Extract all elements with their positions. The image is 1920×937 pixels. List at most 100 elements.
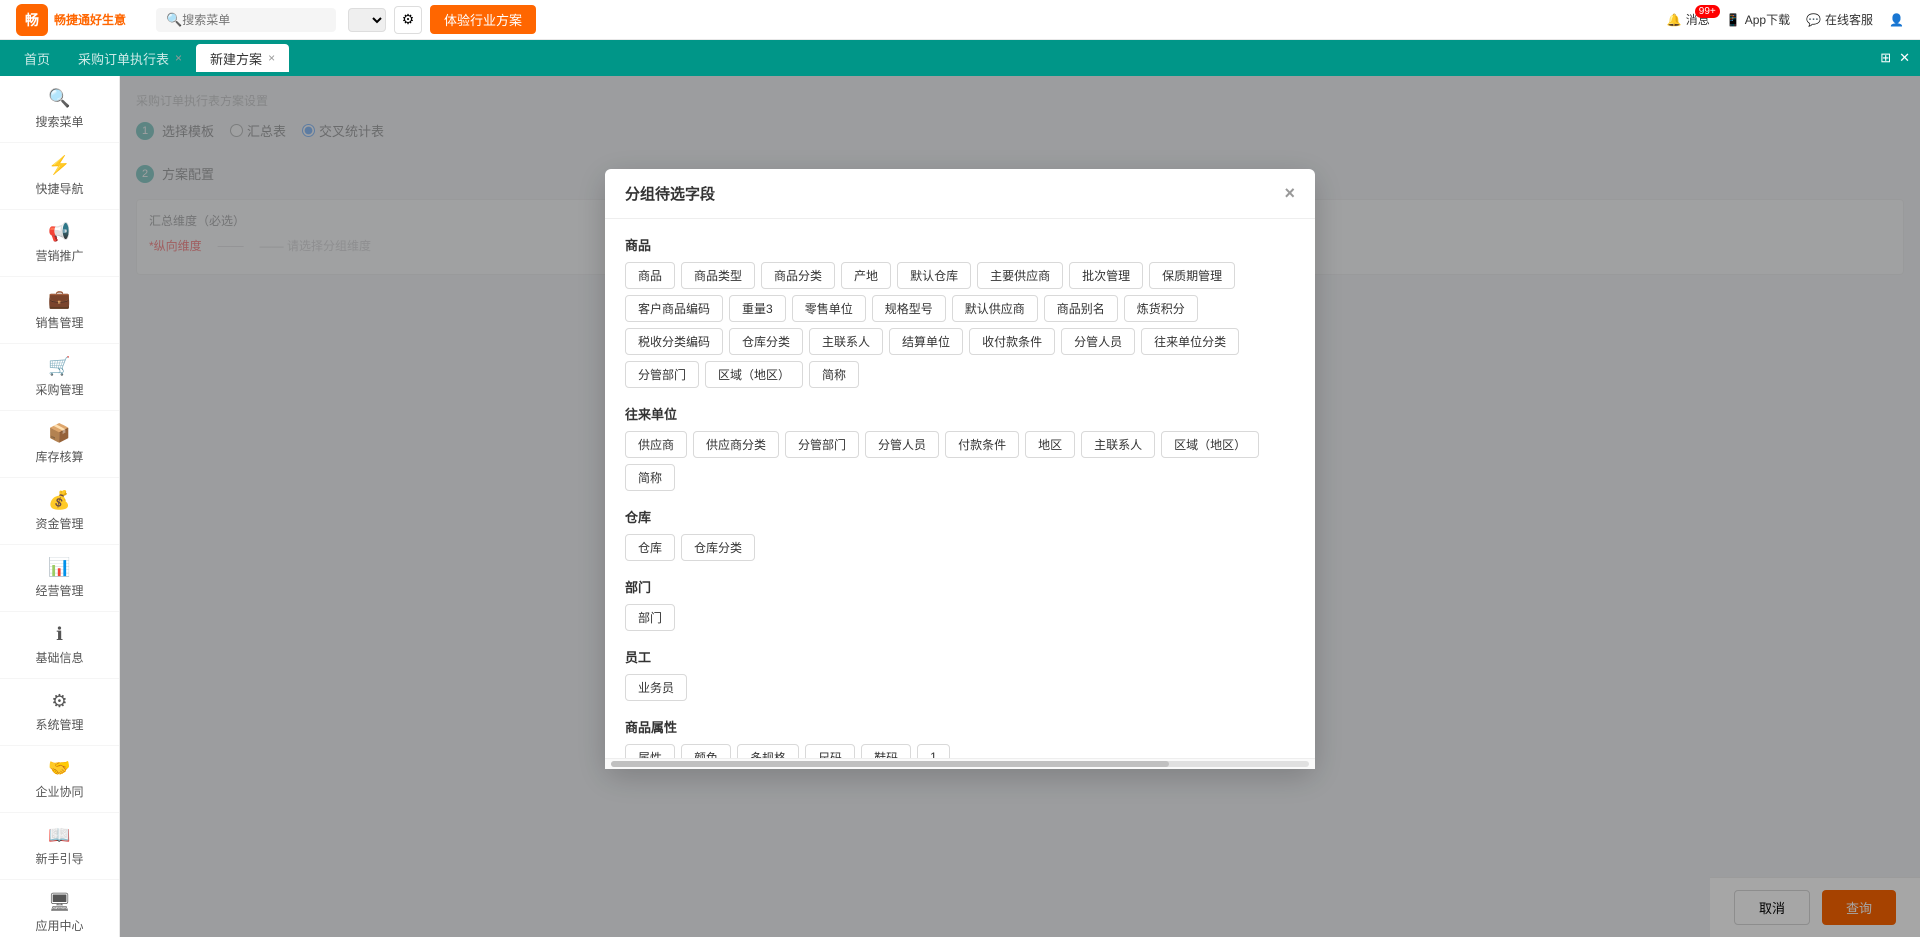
tag-settlement-unit[interactable]: 结算单位 <box>889 328 963 355</box>
tag-retail-unit[interactable]: 零售单位 <box>792 295 866 322</box>
tag-manager[interactable]: 分管人员 <box>1061 328 1135 355</box>
sidebar-item-system[interactable]: ⚙ 系统管理 <box>0 679 119 746</box>
tag-product[interactable]: 商品 <box>625 262 675 289</box>
tag-main-contact-partner[interactable]: 主联系人 <box>1081 431 1155 458</box>
tag-salesperson[interactable]: 业务员 <box>625 674 687 701</box>
tab-purchase-order[interactable]: 采购订单执行表 × <box>64 44 196 72</box>
search-bar[interactable]: 🔍 <box>156 8 336 32</box>
avatar-icon: 👤 <box>1889 13 1904 27</box>
marketing-icon: 📢 <box>48 222 70 243</box>
sidebar-item-enterprise[interactable]: 🤝 企业协同 <box>0 746 119 813</box>
modal-close-button[interactable]: × <box>1284 183 1295 204</box>
tag-payment-terms[interactable]: 收付款条件 <box>969 328 1055 355</box>
sidebar-item-search-label: 搜索菜单 <box>35 113 83 130</box>
sidebar-item-guide[interactable]: 📖 新手引导 <box>0 813 119 880</box>
sidebar-item-sales[interactable]: 💼 销售管理 <box>0 277 119 344</box>
tab-close-all-icon[interactable]: ✕ <box>1899 50 1910 66</box>
tag-default-supplier[interactable]: 默认供应商 <box>952 295 1038 322</box>
tab-purchase-order-close[interactable]: × <box>175 51 182 65</box>
sidebar-item-search[interactable]: 🔍 搜索菜单 <box>0 76 119 143</box>
sidebar-item-quicknav[interactable]: ⚡ 快捷导航 <box>0 143 119 210</box>
app-download-icon: 📱 <box>1726 13 1741 27</box>
tag-batch-mgmt[interactable]: 批次管理 <box>1069 262 1143 289</box>
section-warehouse-tags: 仓库 仓库分类 <box>625 534 1295 561</box>
management-icon: 📊 <box>48 557 70 578</box>
tag-points[interactable]: 炼货积分 <box>1124 295 1198 322</box>
quicknav-icon: ⚡ <box>48 155 70 176</box>
sidebar-item-sales-label: 销售管理 <box>35 314 83 331</box>
gear-button[interactable]: ⚙ <box>394 6 422 34</box>
tag-region-area-partner[interactable]: 区域（地区） <box>1161 431 1259 458</box>
sidebar-item-inventory-label: 库存核算 <box>35 448 83 465</box>
sidebar-item-inventory[interactable]: 📦 库存核算 <box>0 411 119 478</box>
section-partner-tags: 供应商 供应商分类 分管部门 分管人员 付款条件 地区 主联系人 区域（地区） … <box>625 431 1295 491</box>
tag-dept-mgmt-partner[interactable]: 分管部门 <box>785 431 859 458</box>
experience-button[interactable]: 体验行业方案 <box>430 5 536 34</box>
header-right: 🔔 消息 99+ 📱 App下载 💬 在线客服 👤 <box>1667 11 1904 28</box>
search-input[interactable] <box>182 13 302 27</box>
tag-tax-code[interactable]: 税收分类编码 <box>625 328 723 355</box>
user-avatar[interactable]: 👤 <box>1889 13 1904 27</box>
section-employee: 员工 业务员 <box>625 647 1295 701</box>
tag-product-category[interactable]: 商品分类 <box>761 262 835 289</box>
tag-color[interactable]: 颜色 <box>681 744 731 759</box>
inventory-icon: 📦 <box>48 423 70 444</box>
tag-region-product[interactable]: 区域（地区） <box>705 361 803 388</box>
sidebar-item-purchase[interactable]: 🛒 采购管理 <box>0 344 119 411</box>
tag-size[interactable]: 尺码 <box>805 744 855 759</box>
section-warehouse: 仓库 仓库 仓库分类 <box>625 507 1295 561</box>
header-dropdown[interactable] <box>348 8 386 32</box>
tag-shoe-size[interactable]: 鞋码 <box>861 744 911 759</box>
tag-dept-mgmt[interactable]: 分管部门 <box>625 361 699 388</box>
notification-item[interactable]: 🔔 消息 99+ <box>1667 11 1710 28</box>
tag-payment-terms-partner[interactable]: 付款条件 <box>945 431 1019 458</box>
online-service-label: 在线客服 <box>1825 11 1873 28</box>
tag-mgmt-person-partner[interactable]: 分管人员 <box>865 431 939 458</box>
tab-home[interactable]: 首页 <box>10 44 64 72</box>
tag-abbreviation-partner[interactable]: 简称 <box>625 464 675 491</box>
tag-warehouse-category[interactable]: 仓库分类 <box>729 328 803 355</box>
section-product-attr-title: 商品属性 <box>625 717 1295 736</box>
tag-customer-product-code[interactable]: 客户商品编码 <box>625 295 723 322</box>
tag-spec-model[interactable]: 规格型号 <box>872 295 946 322</box>
tag-weight[interactable]: 重量3 <box>729 295 786 322</box>
tag-main-contact[interactable]: 主联系人 <box>809 328 883 355</box>
tab-expand-icon[interactable]: ⊞ <box>1880 50 1891 66</box>
tag-supplier[interactable]: 供应商 <box>625 431 687 458</box>
tab-new-plan-close[interactable]: × <box>268 51 275 65</box>
guide-icon: 📖 <box>48 825 70 846</box>
sidebar-item-management[interactable]: 📊 经营管理 <box>0 545 119 612</box>
modal-hscrollbar[interactable] <box>605 758 1315 768</box>
tag-supplier-category[interactable]: 供应商分类 <box>693 431 779 458</box>
online-service-item[interactable]: 💬 在线客服 <box>1806 11 1873 28</box>
tag-region-partner[interactable]: 地区 <box>1025 431 1075 458</box>
tag-num-1[interactable]: 1 <box>917 744 950 759</box>
tag-product-type[interactable]: 商品类型 <box>681 262 755 289</box>
tag-warehouse-cat[interactable]: 仓库分类 <box>681 534 755 561</box>
tag-attribute[interactable]: 属性 <box>625 744 675 759</box>
tag-default-warehouse[interactable]: 默认仓库 <box>897 262 971 289</box>
tag-partner-category[interactable]: 往来单位分类 <box>1141 328 1239 355</box>
app-download-item[interactable]: 📱 App下载 <box>1726 11 1790 28</box>
tag-dept[interactable]: 部门 <box>625 604 675 631</box>
sidebar-item-management-label: 经营管理 <box>35 582 83 599</box>
sidebar-item-basic-info[interactable]: ℹ 基础信息 <box>0 612 119 679</box>
tag-product-alias[interactable]: 商品别名 <box>1044 295 1118 322</box>
sidebar-item-finance[interactable]: 💰 资金管理 <box>0 478 119 545</box>
search-icon: 🔍 <box>166 12 182 28</box>
modal-header: 分组待选字段 × <box>605 169 1315 219</box>
section-warehouse-title: 仓库 <box>625 507 1295 526</box>
search-menu-icon: 🔍 <box>48 88 70 109</box>
sidebar-item-marketing[interactable]: 📢 营销推广 <box>0 210 119 277</box>
tag-origin[interactable]: 产地 <box>841 262 891 289</box>
tab-bar: 首页 采购订单执行表 × 新建方案 × ⊞ ✕ <box>0 40 1920 76</box>
tag-warehouse[interactable]: 仓库 <box>625 534 675 561</box>
enterprise-icon: 🤝 <box>48 758 70 779</box>
sidebar-item-app-center[interactable]: 🖥 应用中心 <box>0 880 119 937</box>
tag-expiry-mgmt[interactable]: 保质期管理 <box>1149 262 1235 289</box>
tag-main-supplier[interactable]: 主要供应商 <box>977 262 1063 289</box>
tag-multi-spec[interactable]: 多规格 <box>737 744 799 759</box>
tab-new-plan[interactable]: 新建方案 × <box>196 44 289 72</box>
field-select-modal: 分组待选字段 × 商品 商品 商品类型 商品分类 产地 默认仓库 主要供应商 批… <box>605 169 1315 769</box>
tag-abbreviation-product[interactable]: 简称 <box>809 361 859 388</box>
